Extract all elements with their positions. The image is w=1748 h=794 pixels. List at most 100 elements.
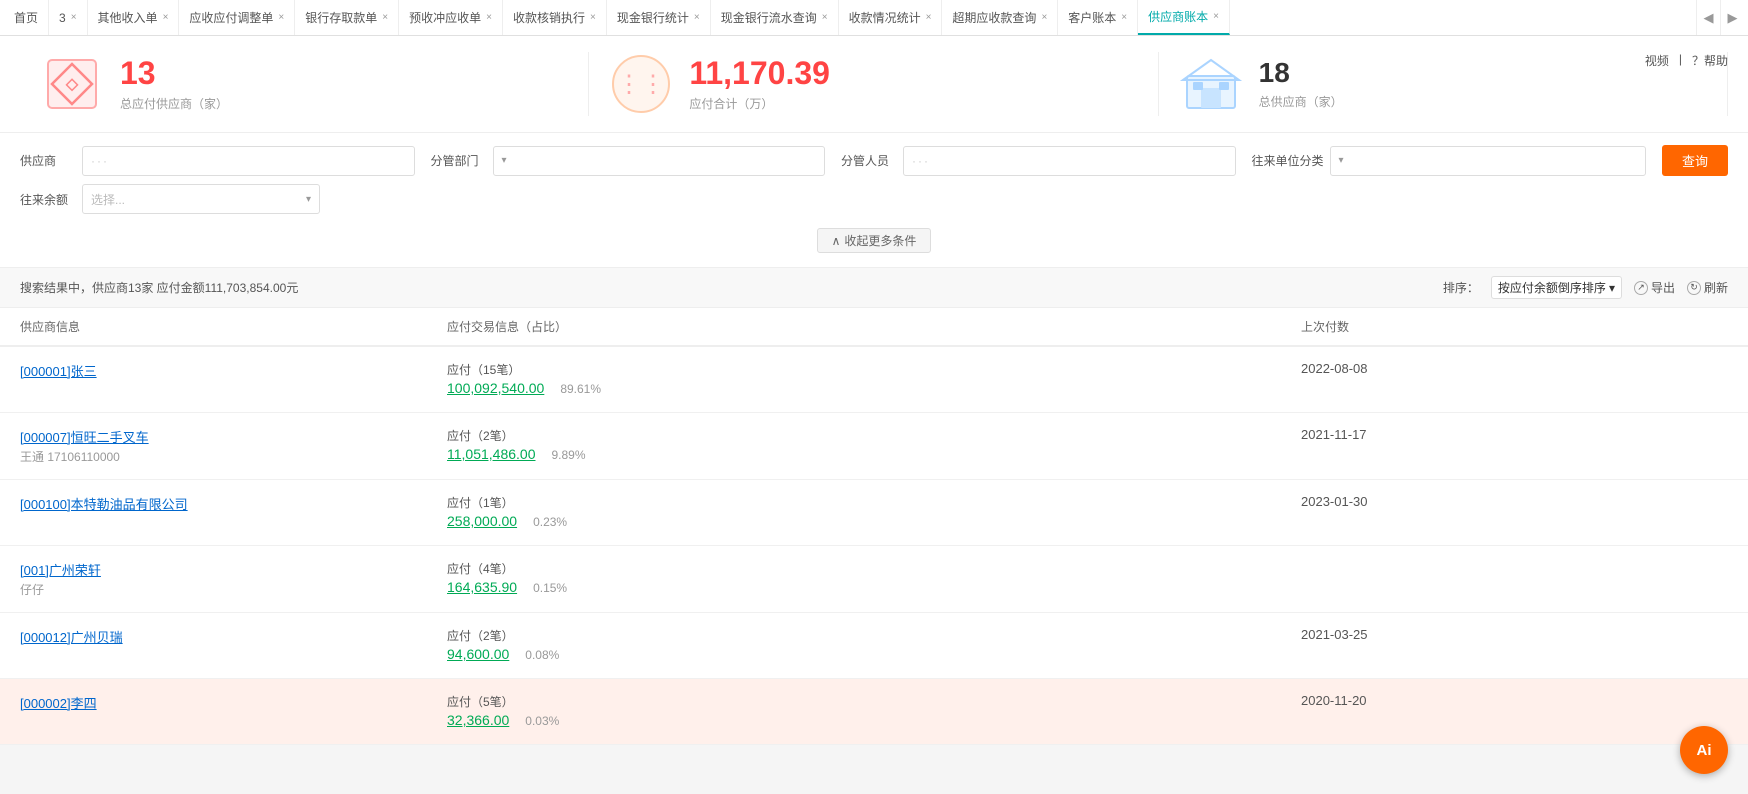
supplier-name-link[interactable]: [000100]本特勒油品有限公司 — [20, 494, 447, 513]
last-pay-cell: 2020-11-20 — [1301, 693, 1728, 708]
nav-tab-cashstat[interactable]: 现金银行统计 × — [607, 0, 711, 35]
nav-tab-3-close[interactable]: × — [71, 12, 77, 23]
nav-tab-cashflow[interactable]: 现金银行流水查询 × — [711, 0, 839, 35]
store-icon — [1179, 52, 1243, 116]
supplier-name-link[interactable]: [001]广州荣轩 — [20, 560, 447, 579]
help-link[interactable]: ？帮助 — [1692, 52, 1728, 69]
balance-select[interactable]: 选择... ▾ — [82, 184, 320, 214]
nav-tab-overdue-close[interactable]: × — [1041, 12, 1047, 23]
table-row: [001]广州荣轩 仔仔 应付（4笔） 164,635.90 0.15% — [0, 546, 1748, 613]
nav-tab-supplier[interactable]: 供应商账本 × — [1138, 0, 1230, 35]
nav-tab-verify[interactable]: 收款核销执行 × — [503, 0, 607, 35]
tx-percent: 0.03% — [525, 714, 559, 728]
nav-tab-cashstat-close[interactable]: × — [694, 12, 700, 23]
last-pay-date: 2021-11-17 — [1301, 427, 1367, 442]
stat-card-suppliers: ◇ 13 总应付供应商（家） — [20, 52, 589, 116]
nav-tab-cashflow-close[interactable]: × — [822, 12, 828, 23]
tx-amount-link[interactable]: 32,366.00 — [447, 712, 509, 728]
dept-input[interactable]: ▾ — [493, 146, 826, 176]
supplier-name-link[interactable]: [000007]恒旺二手叉车 — [20, 427, 447, 446]
filter-item-balance: 往来余额 选择... ▾ — [20, 184, 320, 214]
tx-amount-link[interactable]: 258,000.00 — [447, 513, 517, 529]
nav-tab-overdue[interactable]: 超期应收款查询 × — [942, 0, 1058, 35]
nav-tab-customer[interactable]: 客户账本 × — [1058, 0, 1138, 35]
balance-placeholder: 选择... — [91, 191, 125, 208]
last-pay-date: 2021-03-25 — [1301, 627, 1368, 642]
tx-info-cell: 应付（2笔） 94,600.00 0.08% — [447, 627, 1301, 664]
nav-tab-customer-close[interactable]: × — [1121, 12, 1127, 23]
filter-label-balance: 往来余额 — [20, 191, 76, 208]
nav-left-arrow[interactable]: ◀ — [1696, 0, 1720, 36]
nav-tab-verify-label: 收款核销执行 — [513, 9, 585, 26]
ai-badge[interactable]: Ai — [1680, 726, 1728, 774]
table-header: 供应商信息 应付交易信息（占比） 上次付数 — [0, 308, 1748, 347]
last-pay-date: 2020-11-20 — [1301, 693, 1367, 708]
video-link[interactable]: 视频 — [1645, 52, 1669, 69]
nav-right-arrow[interactable]: ▶ — [1720, 0, 1744, 36]
collapse-bar: ∧ 收起更多条件 — [20, 222, 1728, 255]
last-pay-cell: 2023-01-30 — [1301, 494, 1728, 509]
refresh-button[interactable]: ↻ 刷新 — [1687, 279, 1728, 296]
supplier-info-cell: [000012]广州贝瑞 — [20, 627, 447, 646]
filter-section: 供应商 ··· 分管部门 ▾ 分管人员 ··· 往来单位分类 ▾ 查询 — [0, 133, 1748, 268]
tx-amount-link[interactable]: 164,635.90 — [447, 579, 517, 595]
table-row: [000001]张三 应付（15笔） 100,092,540.00 89.61%… — [0, 347, 1748, 413]
nav-tab-3[interactable]: 3 × — [49, 0, 88, 35]
query-button[interactable]: 查询 — [1662, 145, 1728, 176]
export-button[interactable]: ↗ 导出 — [1634, 279, 1675, 296]
supplier-input[interactable]: ··· — [82, 146, 415, 176]
nav-tab-advance-close[interactable]: × — [486, 12, 492, 23]
tx-info-cell: 应付（1笔） 258,000.00 0.23% — [447, 494, 1301, 531]
nav-tab-adjust-label: 应收应付调整单 — [189, 9, 273, 26]
sort-select[interactable]: 按应付余额倒序排序 ▾ — [1491, 276, 1622, 299]
nav-tab-income[interactable]: 其他收入单 × — [88, 0, 180, 35]
nav-tab-adjust-close[interactable]: × — [278, 12, 284, 23]
nav-tab-advance[interactable]: 预收冲应收单 × — [399, 0, 503, 35]
nav-tab-adjust[interactable]: 应收应付调整单 × — [179, 0, 295, 35]
nav-tab-collection[interactable]: 收款情况统计 × — [839, 0, 943, 35]
nav-tab-bank[interactable]: 银行存取款单 × — [295, 0, 399, 35]
supplier-sub: 王通 17106110000 — [20, 448, 447, 465]
tx-amount-link[interactable]: 11,051,486.00 — [447, 446, 536, 462]
nav-tab-income-close[interactable]: × — [163, 12, 169, 23]
category-input[interactable]: ▾ — [1330, 146, 1646, 176]
nav-tab-collection-close[interactable]: × — [926, 12, 932, 23]
nav-tab-home[interactable]: 首页 — [4, 0, 49, 35]
tx-amount-link[interactable]: 94,600.00 — [447, 646, 509, 662]
svg-text:⋮⋮: ⋮⋮ — [617, 71, 665, 98]
collapse-button[interactable]: ∧ 收起更多条件 — [817, 228, 932, 253]
tx-label: 应付（5笔） — [447, 693, 1301, 710]
filter-row-2: 往来余额 选择... ▾ — [20, 184, 1728, 214]
table-row: [000007]恒旺二手叉车 王通 17106110000 应付（2笔） 11,… — [0, 413, 1748, 480]
table-row: [000100]本特勒油品有限公司 应付（1笔） 258,000.00 0.23… — [0, 480, 1748, 546]
tx-row: 11,051,486.00 9.89% — [447, 444, 1301, 464]
result-summary: 搜索结果中，供应商13家 应付金额111,703,854.00元 — [20, 279, 298, 296]
last-pay-cell: 2021-03-25 — [1301, 627, 1728, 642]
tx-row: 258,000.00 0.23% — [447, 511, 1301, 531]
tx-label: 应付（15笔） — [447, 361, 1301, 378]
supplier-name-link[interactable]: [000012]广州贝瑞 — [20, 627, 447, 646]
tx-row: 32,366.00 0.03% — [447, 710, 1301, 730]
nav-tab-cashflow-label: 现金银行流水查询 — [721, 9, 817, 26]
nav-tab-verify-close[interactable]: × — [590, 12, 596, 23]
nav-tab-3-label: 3 — [59, 11, 66, 25]
supplier-name-link[interactable]: [000002]李四 — [20, 693, 447, 712]
tx-amount-link[interactable]: 100,092,540.00 — [447, 380, 544, 396]
nav-tab-supplier-close[interactable]: × — [1213, 11, 1219, 22]
refresh-label: 刷新 — [1704, 279, 1728, 296]
svg-text:◇: ◇ — [65, 76, 79, 93]
balance-arrow-icon: ▾ — [306, 194, 311, 205]
nav-tab-bank-close[interactable]: × — [382, 12, 388, 23]
tx-percent: 89.61% — [560, 382, 601, 396]
person-input[interactable]: ··· — [903, 146, 1236, 176]
stat-card-total: 18 总供应商（家） — [1159, 52, 1728, 116]
tx-label: 应付（4笔） — [447, 560, 1301, 577]
tx-row: 100,092,540.00 89.61% — [447, 378, 1301, 398]
collapse-chevron-icon: ∧ — [832, 234, 841, 248]
nav-tab-customer-label: 客户账本 — [1068, 9, 1116, 26]
last-pay-date: 2022-08-08 — [1301, 361, 1368, 376]
nav-tab-overdue-label: 超期应收款查询 — [952, 9, 1036, 26]
stat-label-suppliers: 总应付供应商（家） — [120, 95, 228, 112]
supplier-name-link[interactable]: [000001]张三 — [20, 361, 447, 380]
ai-label: Ai — [1697, 742, 1712, 759]
